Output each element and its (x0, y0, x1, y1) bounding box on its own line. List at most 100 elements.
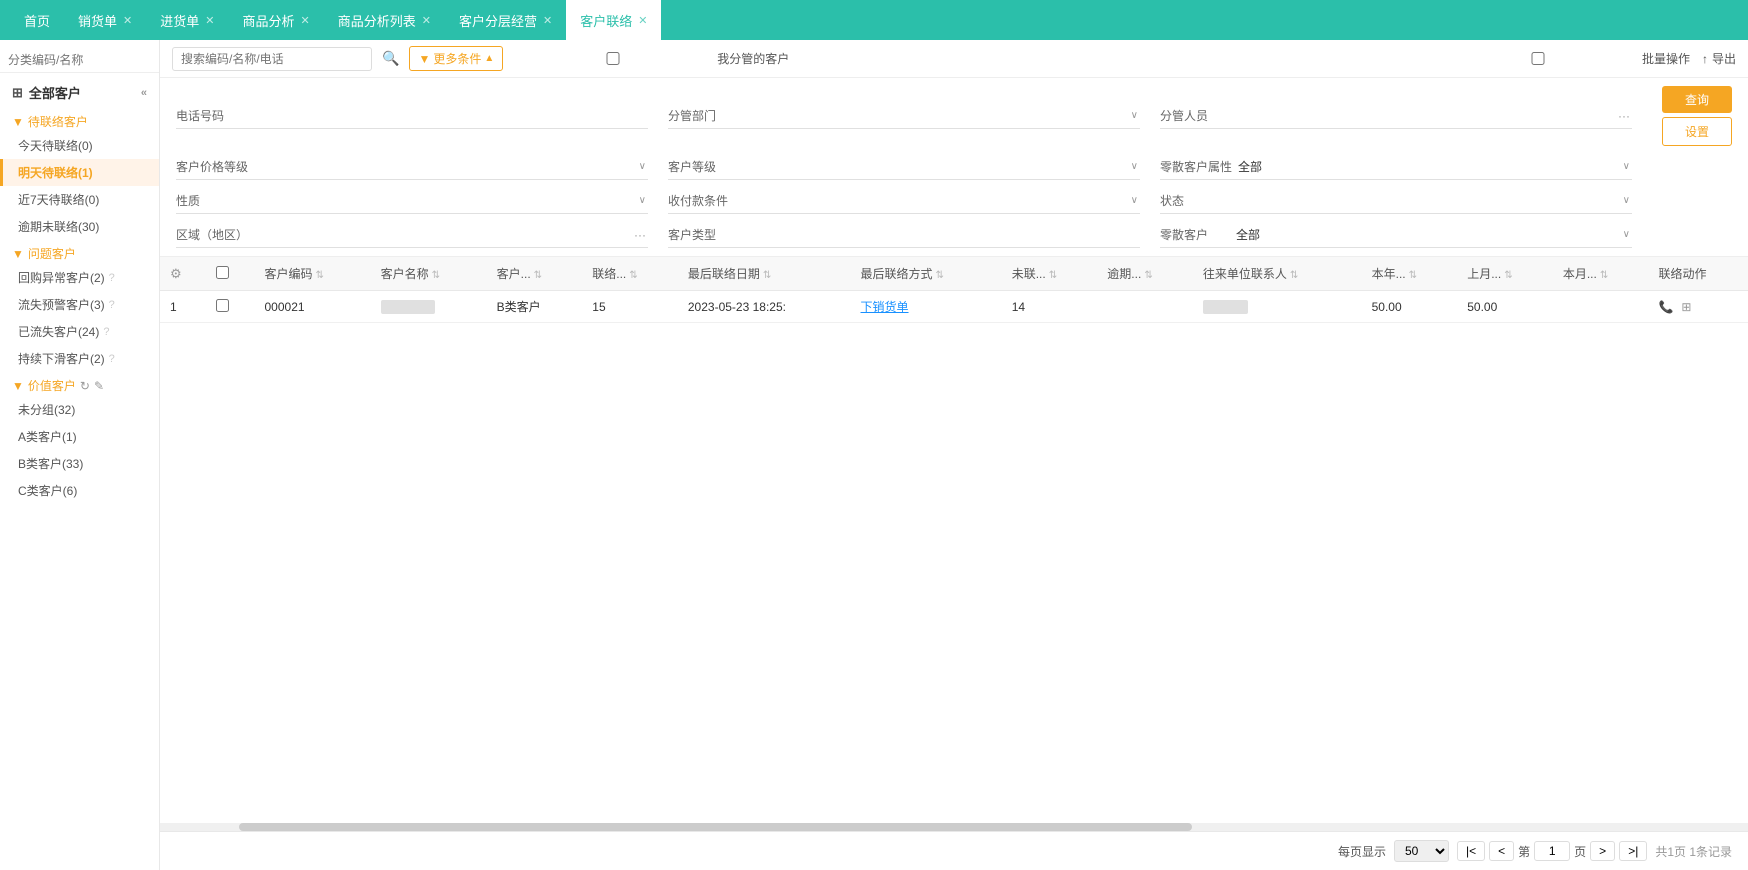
filter-scatter-customer[interactable]: 零散客户 全部 ∨ (1160, 222, 1632, 248)
help-icon[interactable]: ? (103, 326, 109, 338)
sidebar-item-ungrouped[interactable]: 未分组(32) (0, 396, 159, 423)
filter-nature[interactable]: 性质 ∨ (176, 188, 648, 214)
sidebar-item-7days[interactable]: 近7天待联络(0) (0, 186, 159, 213)
filter-payment-terms[interactable]: 收付款条件 ∨ (668, 188, 1140, 214)
th-contact-count: 联络...⇅ (582, 257, 678, 291)
help-icon[interactable]: ? (109, 272, 115, 284)
refresh-icon[interactable]: ↻ (80, 379, 90, 393)
pagination: 每页显示 50 100 200 |< < 第 页 > >| 共1页 1条记录 (160, 831, 1748, 870)
first-page-button[interactable]: |< (1457, 841, 1485, 861)
close-icon[interactable]: ✕ (422, 14, 431, 27)
sidebar-item-churned[interactable]: 已流失客户(24) ? (0, 318, 159, 345)
close-icon[interactable]: ✕ (543, 14, 552, 27)
filter-price-tier[interactable]: 客户价格等级 ∨ (176, 154, 648, 180)
nav-customer-tier[interactable]: 客户分层经营 ✕ (445, 0, 566, 40)
filter-scatter-attr[interactable]: 零散客户属性 全部 ∨ (1160, 154, 1632, 180)
phone-input[interactable] (252, 109, 648, 123)
sidebar-item-repurchase-abnormal[interactable]: 回购异常客户(2) ? (0, 264, 159, 291)
sort-icon[interactable]: ⇅ (1409, 270, 1417, 281)
row-last-date: 2023-05-23 18:25: (678, 291, 851, 323)
th-name: 客户名称⇅ (371, 257, 487, 291)
sidebar-all-customers[interactable]: ⊞ 全部客户 « (0, 77, 159, 108)
th-checkbox[interactable] (206, 257, 254, 291)
query-button[interactable]: 查询 (1662, 86, 1732, 113)
nav-product-list[interactable]: 商品分析列表 ✕ (324, 0, 445, 40)
nav-sales[interactable]: 销货单 ✕ (64, 0, 146, 40)
sidebar-item-a-class[interactable]: A类客户(1) (0, 423, 159, 450)
filter-person[interactable]: 分管人员 ··· (1160, 103, 1632, 129)
sort-icon[interactable]: ⇅ (1600, 270, 1608, 281)
sort-icon[interactable]: ⇅ (1290, 270, 1298, 281)
phone-action-icon[interactable]: 📞 (1658, 300, 1673, 314)
row-last-method[interactable]: 下销货单 (851, 291, 1002, 323)
action-icons-container: 📞 ⊞ (1658, 300, 1738, 314)
horizontal-scrollbar[interactable] (160, 823, 1748, 831)
filter-status[interactable]: 状态 ∨ (1160, 188, 1632, 214)
sort-icon[interactable]: ⇅ (1504, 270, 1512, 281)
search-input[interactable] (172, 47, 372, 71)
sidebar-search-input[interactable] (8, 53, 160, 67)
sort-icon[interactable]: ⇅ (1144, 270, 1152, 281)
filter-customer-type[interactable]: 客户类型 (668, 222, 1140, 248)
gear-icon[interactable]: ⚙ (170, 266, 182, 281)
sort-icon[interactable]: ⇅ (936, 270, 944, 281)
nav-product-analysis[interactable]: 商品分析 ✕ (228, 0, 323, 40)
sidebar-item-b-class[interactable]: B类客户(33) (0, 450, 159, 477)
search-button[interactable]: 🔍 (382, 50, 399, 67)
sidebar-item-overdue[interactable]: 逾期未联络(30) (0, 213, 159, 240)
chevron-down-icon: ∨ (1623, 161, 1630, 172)
nav-purchase[interactable]: 进货单 ✕ (146, 0, 228, 40)
export-button[interactable]: ↑ 导出 (1702, 50, 1736, 67)
my-customers-checkbox-container[interactable]: 我分管的客户 (513, 50, 789, 67)
close-icon[interactable]: ✕ (205, 14, 214, 27)
row-this-year: 50.00 (1362, 291, 1458, 323)
settings-button[interactable]: 设置 (1662, 117, 1732, 146)
scrollbar-thumb[interactable] (239, 823, 1192, 831)
close-icon[interactable]: ✕ (638, 14, 647, 27)
sort-icon[interactable]: ⇅ (629, 270, 637, 281)
grid-action-icon[interactable]: ⊞ (1681, 300, 1691, 314)
nav-home[interactable]: 首页 (10, 0, 64, 40)
th-this-year: 本年...⇅ (1362, 257, 1458, 291)
sidebar-item-today[interactable]: 今天待联络(0) (0, 132, 159, 159)
close-icon[interactable]: ✕ (123, 14, 132, 27)
row-select-checkbox[interactable] (216, 299, 229, 312)
chevron-down-icon: ∨ (1623, 195, 1630, 206)
page-suffix: 页 (1574, 843, 1586, 860)
nav-customer-contact[interactable]: 客户联络 ✕ (566, 0, 661, 40)
sort-icon[interactable]: ⇅ (316, 270, 324, 281)
top-nav: 首页 销货单 ✕ 进货单 ✕ 商品分析 ✕ 商品分析列表 ✕ 客户分层经营 ✕ … (0, 0, 1748, 40)
select-all-checkbox[interactable] (216, 266, 229, 279)
help-icon[interactable]: ? (109, 353, 115, 365)
batch-ops-button[interactable]: 批量操作 (1438, 50, 1690, 67)
sidebar-item-tomorrow[interactable]: 明天待联络(1) (0, 159, 159, 186)
collapse-icon[interactable]: « (141, 87, 147, 99)
last-page-button[interactable]: >| (1619, 841, 1647, 861)
sidebar-item-churn-warning[interactable]: 流失预警客户(3) ? (0, 291, 159, 318)
help-icon[interactable]: ? (109, 299, 115, 311)
th-last-date: 最后联络日期⇅ (678, 257, 851, 291)
sort-icon[interactable]: ⇅ (534, 270, 542, 281)
chevron-down-icon: ∨ (1131, 195, 1138, 206)
prev-page-button[interactable]: < (1489, 841, 1514, 861)
filter-region[interactable]: 区域（地区） ··· (176, 222, 648, 248)
batch-checkbox[interactable] (1438, 52, 1638, 65)
filter-customer-tier[interactable]: 客户等级 ∨ (668, 154, 1140, 180)
sidebar-item-declining[interactable]: 持续下滑客户(2) ? (0, 345, 159, 372)
filter-dept: 分管部门 ∨ (668, 103, 1140, 129)
next-page-button[interactable]: > (1590, 841, 1615, 861)
last-method-link[interactable]: 下销货单 (861, 300, 909, 314)
filter-row-2: 客户价格等级 ∨ 客户等级 ∨ 零散客户属性 全部 ∨ (176, 154, 1732, 180)
my-customers-checkbox[interactable] (513, 52, 713, 65)
th-gear[interactable]: ⚙ (160, 257, 206, 291)
close-icon[interactable]: ✕ (301, 14, 310, 27)
per-page-select[interactable]: 50 100 200 (1394, 840, 1449, 862)
sidebar-item-c-class[interactable]: C类客户(6) (0, 477, 159, 504)
sort-icon[interactable]: ⇅ (432, 270, 440, 281)
row-checkbox[interactable] (206, 291, 254, 323)
edit-icon[interactable]: ✎ (94, 379, 104, 393)
sort-icon[interactable]: ⇅ (763, 270, 771, 281)
page-number-input[interactable] (1534, 841, 1570, 861)
sort-icon[interactable]: ⇅ (1049, 270, 1057, 281)
more-conditions-button[interactable]: ▼ 更多条件 ▲ (409, 46, 503, 71)
